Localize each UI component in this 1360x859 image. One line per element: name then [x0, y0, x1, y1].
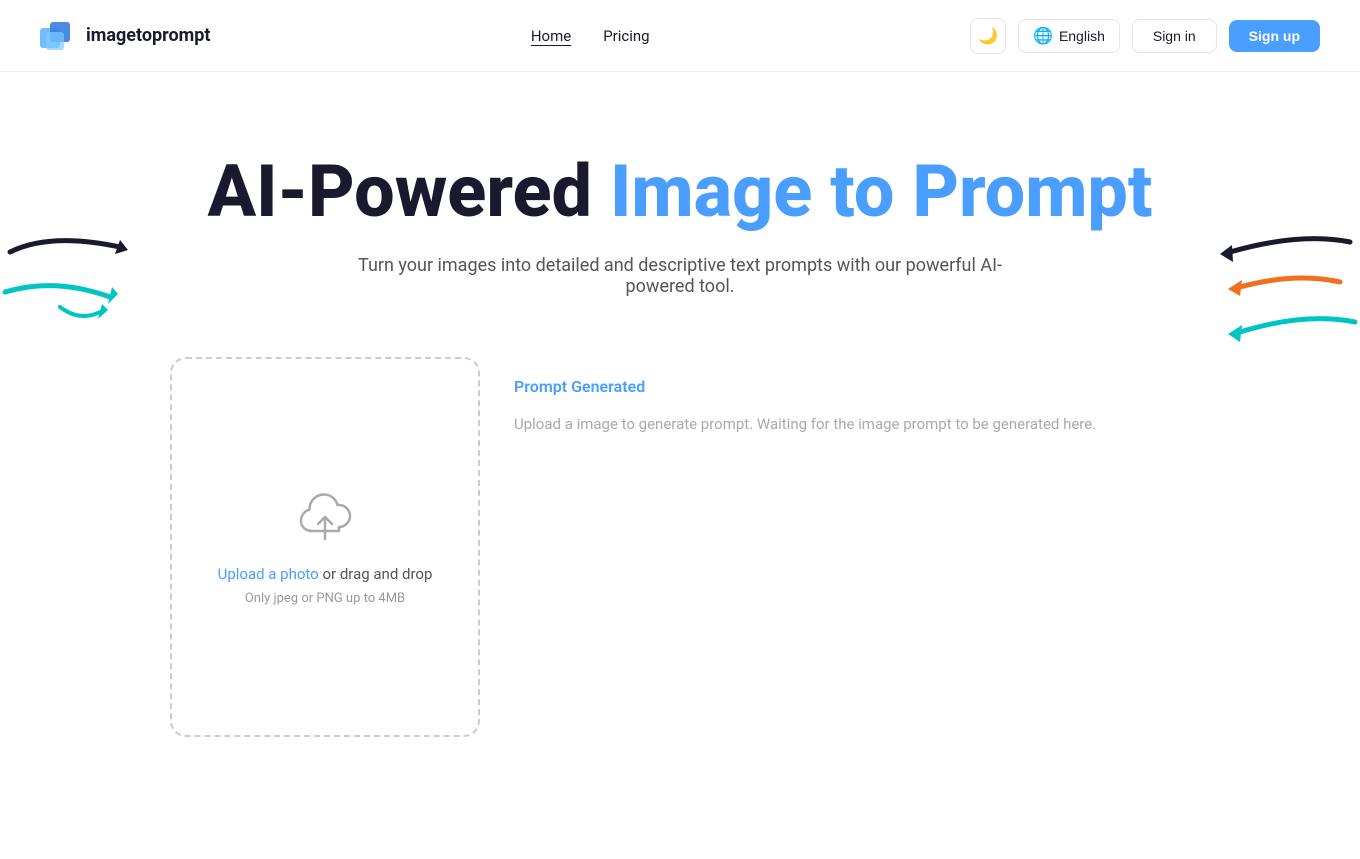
logo-icon — [40, 18, 76, 54]
language-selector[interactable]: 🌐 English — [1018, 19, 1120, 53]
signin-button[interactable]: Sign in — [1132, 19, 1217, 53]
logo[interactable]: imagetoprompt — [40, 18, 210, 54]
prompt-text: Upload a image to generate prompt. Waiti… — [514, 412, 1190, 436]
navbar: imagetoprompt Home Pricing 🌙 🌐 English S… — [0, 0, 1360, 72]
nav-right: 🌙 🌐 English Sign in Sign up — [970, 18, 1320, 54]
globe-icon: 🌐 — [1033, 26, 1053, 46]
upload-link[interactable]: Upload a photo — [218, 565, 319, 583]
nav-links: Home Pricing — [531, 27, 650, 45]
hero-section: AI-Powered Image to Prompt Turn your ima… — [0, 72, 1360, 337]
prompt-label: Prompt Generated — [514, 377, 1190, 396]
hero-subtitle: Turn your images into detailed and descr… — [340, 255, 1020, 297]
dark-mode-toggle[interactable]: 🌙 — [970, 18, 1006, 54]
hero-title-part1: AI-Powered — [207, 149, 610, 234]
upload-hint: Only jpeg or PNG up to 4MB — [245, 591, 405, 606]
lang-label: English — [1059, 28, 1105, 44]
nav-home[interactable]: Home — [531, 27, 571, 45]
tool-area: Upload a photo or drag and drop Only jpe… — [130, 337, 1230, 797]
upload-dropzone[interactable]: Upload a photo or drag and drop Only jpe… — [170, 357, 480, 737]
hero-title-part2: Image to Prompt — [610, 149, 1153, 234]
nav-pricing[interactable]: Pricing — [603, 27, 649, 45]
cloud-upload-icon — [295, 489, 355, 549]
prompt-output-panel: Prompt Generated Upload a image to gener… — [504, 357, 1190, 436]
upload-text: Upload a photo or drag and drop — [218, 565, 433, 583]
hero-title: AI-Powered Image to Prompt — [20, 152, 1340, 231]
upload-drag-text: or drag and drop — [319, 565, 433, 583]
logo-text: imagetoprompt — [86, 25, 210, 46]
signup-button[interactable]: Sign up — [1229, 20, 1320, 52]
